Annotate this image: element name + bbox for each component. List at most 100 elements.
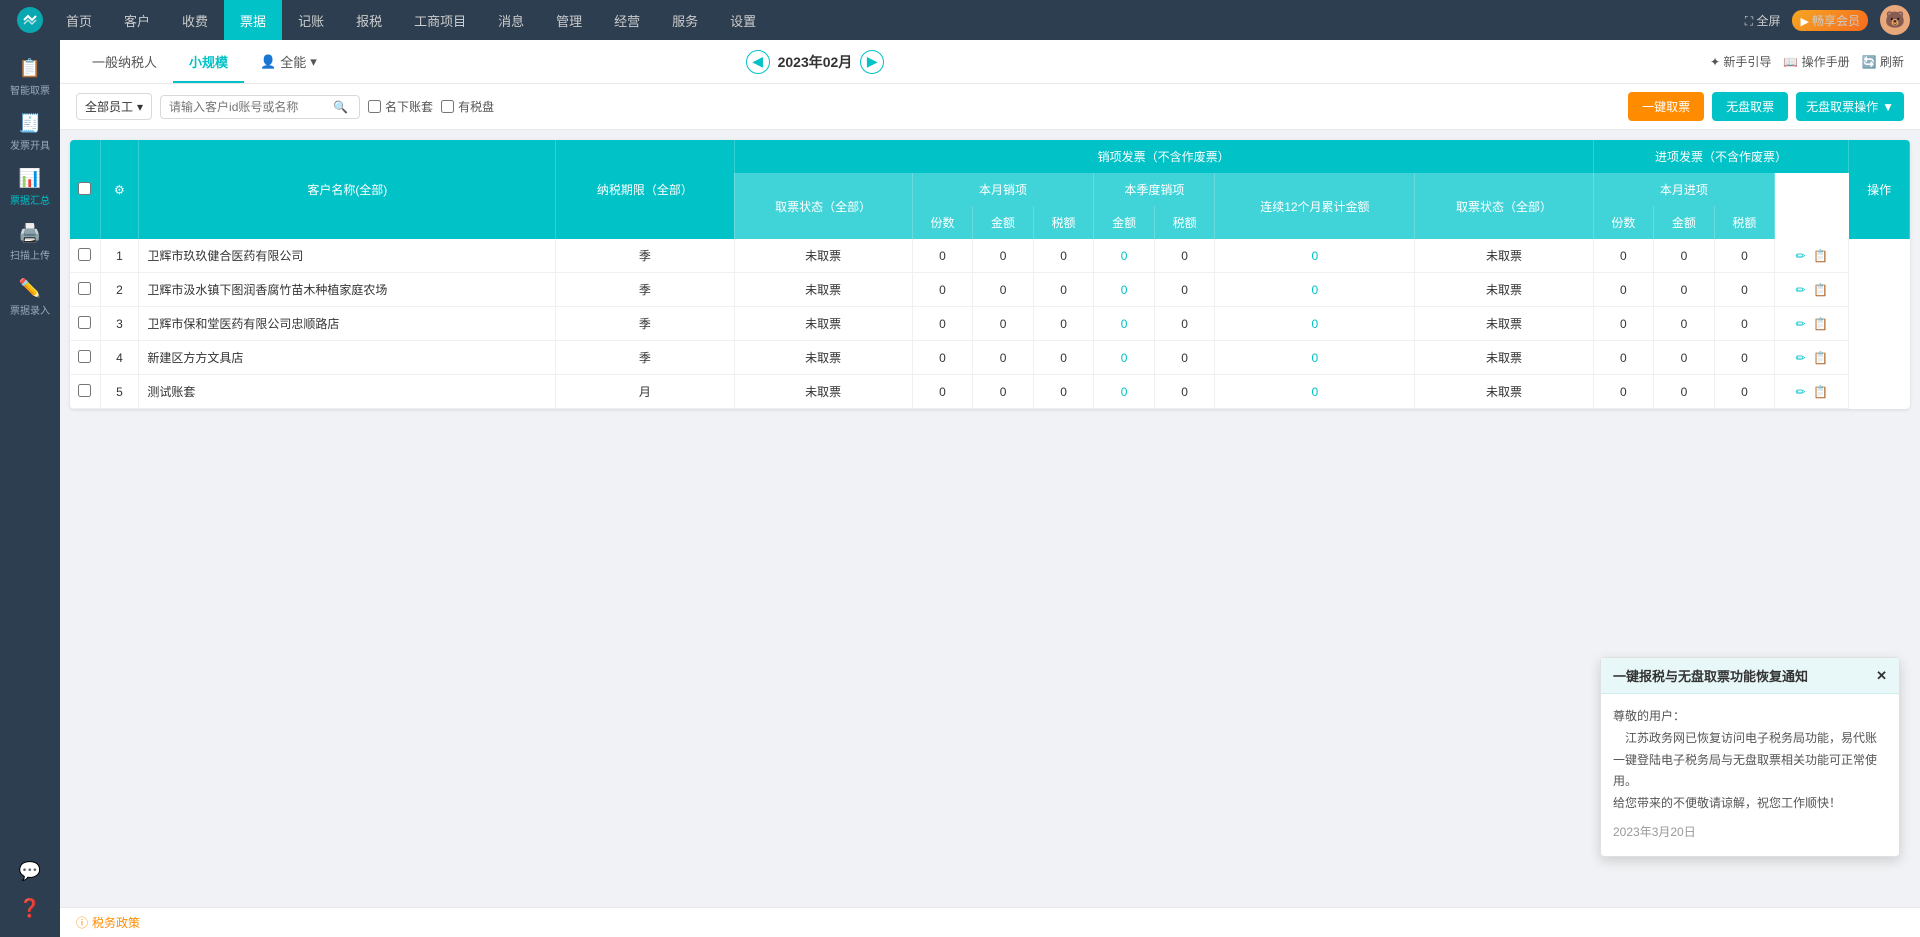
select-all-checkbox[interactable]	[78, 182, 91, 195]
one-click-ticket-button[interactable]: 一键取票	[1628, 92, 1704, 121]
search-icon[interactable]: 🔍	[333, 100, 348, 114]
edit-icon[interactable]: ✏	[1796, 283, 1806, 297]
row-purchase-month-amount: 0	[1654, 341, 1715, 375]
row-checkbox[interactable]	[78, 350, 91, 363]
app-logo[interactable]	[10, 0, 50, 40]
view-icon[interactable]: 📋	[1813, 249, 1828, 263]
smart-ticket-icon: 📋	[19, 58, 41, 79]
row-sales-quarter-tax: 0	[1154, 273, 1215, 307]
row-checkbox[interactable]	[78, 384, 91, 397]
edit-icon[interactable]: ✏	[1796, 351, 1806, 365]
tabs-header: 一般纳税人 小规模 👤 全能 ▾ ◀ 2023年02月 ▶ ✦ 新手引导 📖 操…	[60, 40, 1920, 84]
toolbar-right-buttons: 一键取票 无盘取票 无盘取票操作 ▼	[1628, 92, 1904, 121]
row-checkbox[interactable]	[78, 316, 91, 329]
th-purchase-month-group: 本月进项	[1593, 173, 1775, 206]
th-select-all	[70, 140, 100, 239]
view-icon[interactable]: 📋	[1813, 385, 1828, 399]
row-sales-month-tax: 0	[1033, 239, 1094, 273]
th-sales-group: 销项发票（不含作废票）	[734, 140, 1593, 173]
view-icon[interactable]: 📋	[1813, 351, 1828, 365]
table-row: 1 卫辉市玖玖健合医药有限公司 季 未取票 0 0 0 0 0 0 未取票 0 …	[70, 239, 1910, 273]
no-disk-ticket-button[interactable]: 无盘取票	[1712, 92, 1788, 121]
edit-icon[interactable]: ✏	[1796, 385, 1806, 399]
table-row: 3 卫辉市保和堂医药有限公司忠顺路店 季 未取票 0 0 0 0 0 0 未取票…	[70, 307, 1910, 341]
top-navigation: 首页 客户 收费 票据 记账 报税 工商项目 消息 管理 经营 服务 设置 ⛶ …	[0, 0, 1920, 40]
nav-billing[interactable]: 收费	[166, 0, 224, 40]
my-accounts-checkbox[interactable]	[368, 100, 381, 113]
nav-menu: 首页 客户 收费 票据 记账 报税 工商项目 消息 管理 经营 服务 设置	[50, 0, 1745, 40]
row-purchase-month-amount: 0	[1654, 307, 1715, 341]
manual-btn[interactable]: 📖 操作手册	[1783, 53, 1849, 70]
row-sales-12m: 0	[1215, 239, 1415, 273]
nav-manage[interactable]: 管理	[540, 0, 598, 40]
fullscreen-btn[interactable]: ⛶ 全屏	[1745, 12, 1781, 29]
nav-settings[interactable]: 设置	[714, 0, 772, 40]
nav-tax[interactable]: 报税	[340, 0, 398, 40]
row-sales-month-amount: 0	[973, 239, 1034, 273]
nav-home[interactable]: 首页	[50, 0, 108, 40]
nav-tickets[interactable]: 票据	[224, 0, 282, 40]
has-tax-disk-checkbox[interactable]	[441, 100, 454, 113]
row-tax-period: 月	[556, 375, 734, 409]
row-client: 新建区方方文具店	[139, 341, 556, 375]
view-icon[interactable]: 📋	[1813, 283, 1828, 297]
employee-filter-label: 全部员工	[85, 98, 133, 115]
vip-button[interactable]: ▶ 畅享会员	[1792, 10, 1868, 31]
row-sales-status: 未取票	[734, 239, 912, 273]
client-search-box[interactable]: 🔍	[160, 95, 360, 119]
nav-bookkeeping[interactable]: 记账	[282, 0, 340, 40]
sidebar-item-help[interactable]: ❓	[0, 890, 60, 927]
refresh-btn[interactable]: 🔄 刷新	[1862, 53, 1904, 70]
next-period-button[interactable]: ▶	[860, 50, 884, 74]
sidebar-item-ticket-summary[interactable]: 📊 票据汇总	[0, 160, 60, 215]
nav-services[interactable]: 服务	[656, 0, 714, 40]
tax-policy-link[interactable]: 税务政策	[92, 914, 140, 931]
tab-group: 一般纳税人 小规模 👤 全能 ▾	[76, 42, 333, 81]
tab-all-capable[interactable]: 👤 全能 ▾	[244, 42, 333, 83]
tab-small-scale[interactable]: 小规模	[173, 42, 244, 83]
help-icon: ❓	[19, 898, 41, 919]
row-client: 卫辉市保和堂医药有限公司忠顺路店	[139, 307, 556, 341]
nav-business[interactable]: 工商项目	[398, 0, 482, 40]
sidebar-item-smart-ticket[interactable]: 📋 智能取票	[0, 50, 60, 105]
row-sales-month-amount: 0	[973, 375, 1034, 409]
client-search-input[interactable]	[169, 100, 329, 114]
settings-icon[interactable]: ⚙	[114, 183, 125, 197]
nav-messages[interactable]: 消息	[482, 0, 540, 40]
prev-period-button[interactable]: ◀	[746, 50, 770, 74]
row-sales-month-count: 0	[912, 239, 973, 273]
nav-operations[interactable]: 经营	[598, 0, 656, 40]
tab-general-taxpayer[interactable]: 一般纳税人	[76, 42, 173, 83]
row-sales-month-amount: 0	[973, 273, 1034, 307]
has-tax-disk-checkbox-label[interactable]: 有税盘	[441, 98, 494, 115]
row-purchase-status: 未取票	[1415, 239, 1593, 273]
user-avatar[interactable]: 🐻	[1880, 5, 1910, 35]
row-sales-month-tax: 0	[1033, 375, 1094, 409]
row-sales-month-tax: 0	[1033, 341, 1094, 375]
edit-icon[interactable]: ✏	[1796, 317, 1806, 331]
row-sales-month-amount: 0	[973, 341, 1034, 375]
row-checkbox[interactable]	[78, 282, 91, 295]
employee-filter-chevron: ▾	[137, 100, 143, 114]
employee-filter-select[interactable]: 全部员工 ▾	[76, 93, 152, 120]
period-navigation: ◀ 2023年02月 ▶	[746, 50, 885, 74]
notification-content: 尊敬的用户： 江苏政务网已恢复访问电子税务局功能，易代账一键登陆电子税务局与无盘…	[1613, 706, 1887, 814]
no-disk-ops-button[interactable]: 无盘取票操作 ▼	[1796, 92, 1904, 121]
new-guide-btn[interactable]: ✦ 新手引导	[1710, 53, 1771, 70]
my-accounts-checkbox-label[interactable]: 名下账套	[368, 98, 433, 115]
th-purchase-month-tax: 税额	[1714, 206, 1775, 239]
ticket-summary-icon: 📊	[19, 168, 41, 189]
nav-clients[interactable]: 客户	[108, 0, 166, 40]
sidebar-item-ticket-entry[interactable]: ✏️ 票据录入	[0, 270, 60, 325]
sidebar-item-invoice-issue[interactable]: 🧾 发票开具	[0, 105, 60, 160]
notification-body: 尊敬的用户： 江苏政务网已恢复访问电子税务局功能，易代账一键登陆电子税务局与无盘…	[1601, 694, 1899, 856]
notification-close-icon[interactable]: ✕	[1876, 668, 1887, 684]
row-sales-quarter-amount: 0	[1094, 273, 1155, 307]
row-checkbox[interactable]	[78, 248, 91, 261]
edit-icon[interactable]: ✏	[1796, 249, 1806, 263]
row-sales-quarter-tax: 0	[1154, 239, 1215, 273]
sidebar-item-feedback[interactable]: 💬	[0, 853, 60, 890]
th-purchase-month-count: 份数	[1593, 206, 1654, 239]
view-icon[interactable]: 📋	[1813, 317, 1828, 331]
sidebar-item-scan-upload[interactable]: 🖨️ 扫描上传	[0, 215, 60, 270]
